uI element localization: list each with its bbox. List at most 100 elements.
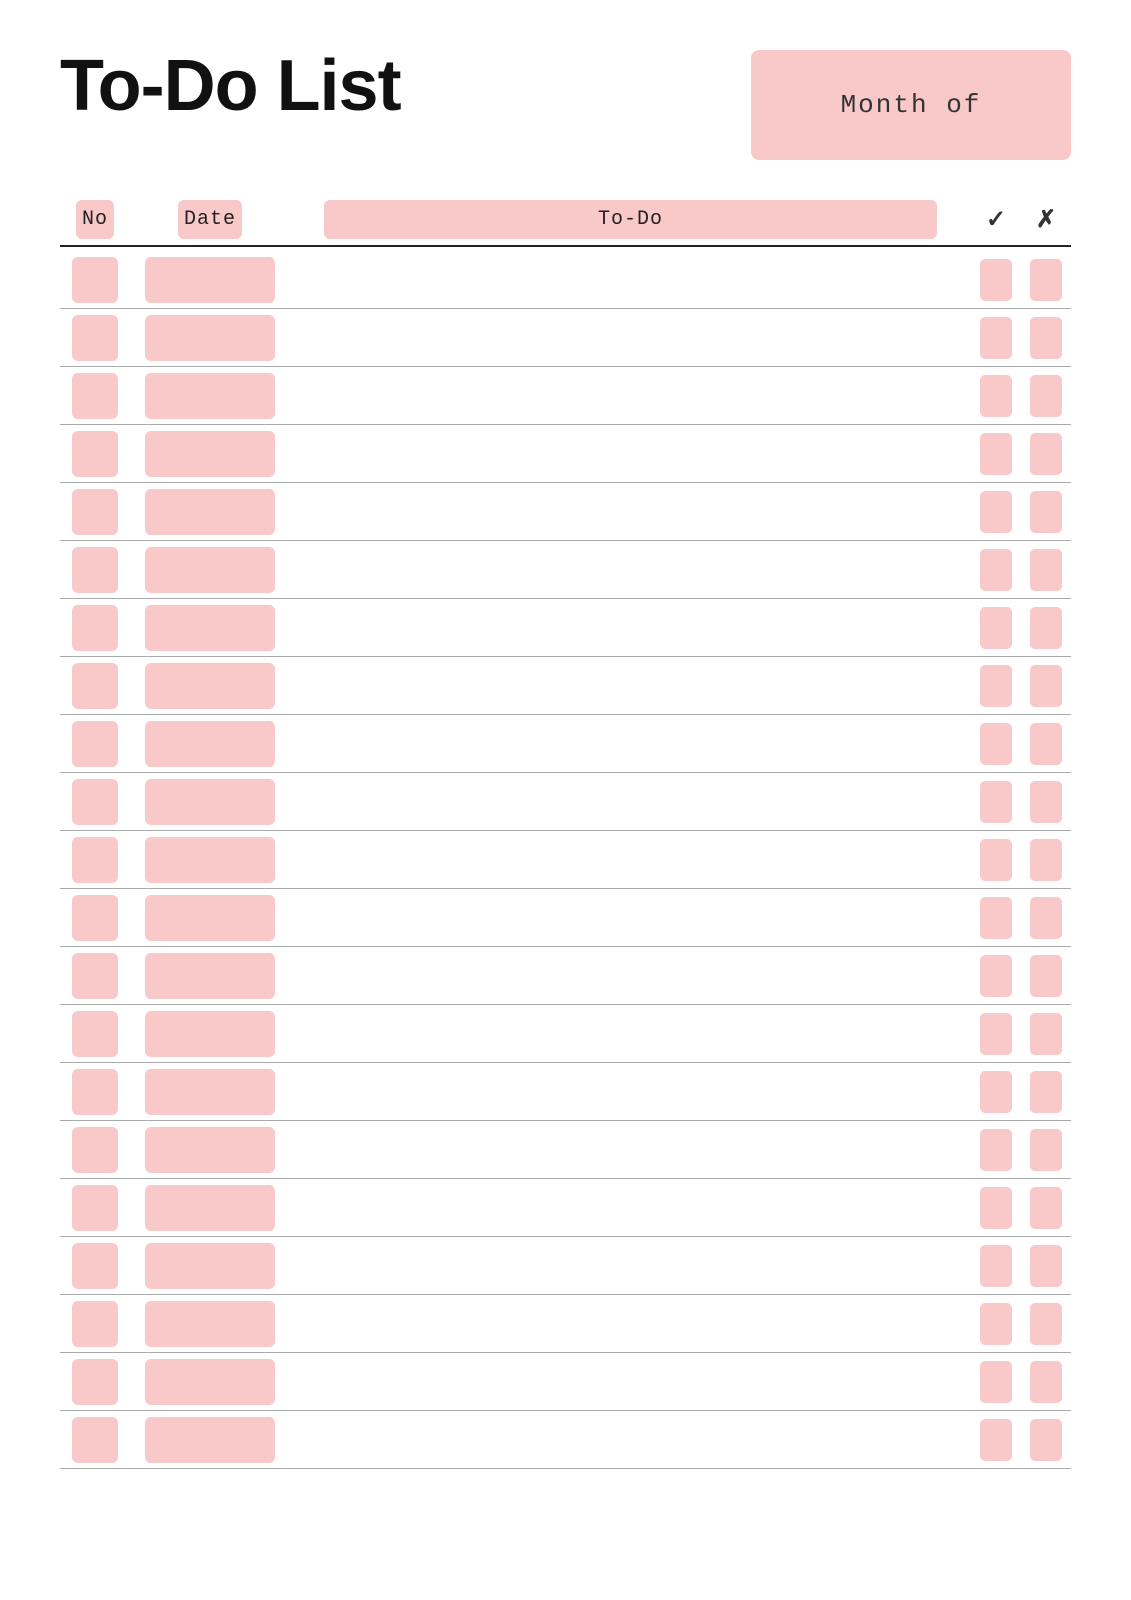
cross-box[interactable] [1030, 317, 1062, 359]
date-box[interactable] [145, 895, 275, 941]
cross-box[interactable] [1030, 723, 1062, 765]
table-row[interactable] [60, 1063, 1071, 1121]
no-box[interactable] [72, 1301, 118, 1347]
no-box[interactable] [72, 257, 118, 303]
table-row[interactable] [60, 251, 1071, 309]
date-box[interactable] [145, 257, 275, 303]
check-box[interactable] [980, 491, 1012, 533]
date-box[interactable] [145, 373, 275, 419]
check-box[interactable] [980, 317, 1012, 359]
table-row[interactable] [60, 1353, 1071, 1411]
cross-box[interactable] [1030, 839, 1062, 881]
cross-box[interactable] [1030, 1013, 1062, 1055]
table-row[interactable] [60, 1237, 1071, 1295]
date-box[interactable] [145, 1417, 275, 1463]
date-box[interactable] [145, 837, 275, 883]
table-row[interactable] [60, 425, 1071, 483]
check-box[interactable] [980, 839, 1012, 881]
date-box[interactable] [145, 1127, 275, 1173]
cross-box[interactable] [1030, 1187, 1062, 1229]
no-box[interactable] [72, 1185, 118, 1231]
check-box[interactable] [980, 955, 1012, 997]
table-row[interactable] [60, 1005, 1071, 1063]
no-box[interactable] [72, 431, 118, 477]
no-box[interactable] [72, 605, 118, 651]
date-box[interactable] [145, 547, 275, 593]
check-box[interactable] [980, 781, 1012, 823]
no-box[interactable] [72, 953, 118, 999]
cross-box[interactable] [1030, 1361, 1062, 1403]
check-box[interactable] [980, 897, 1012, 939]
no-box[interactable] [72, 721, 118, 767]
cross-box[interactable] [1030, 1419, 1062, 1461]
no-box[interactable] [72, 489, 118, 535]
check-box[interactable] [980, 259, 1012, 301]
table-row[interactable] [60, 715, 1071, 773]
date-box[interactable] [145, 663, 275, 709]
no-box[interactable] [72, 547, 118, 593]
table-row[interactable] [60, 889, 1071, 947]
date-box[interactable] [145, 489, 275, 535]
check-box[interactable] [980, 1303, 1012, 1345]
cross-box[interactable] [1030, 1245, 1062, 1287]
table-row[interactable] [60, 657, 1071, 715]
cross-box[interactable] [1030, 375, 1062, 417]
date-box[interactable] [145, 1301, 275, 1347]
check-box[interactable] [980, 1071, 1012, 1113]
check-box[interactable] [980, 1245, 1012, 1287]
table-row[interactable] [60, 367, 1071, 425]
no-box[interactable] [72, 1127, 118, 1173]
cross-box[interactable] [1030, 781, 1062, 823]
cross-box[interactable] [1030, 897, 1062, 939]
table-row[interactable] [60, 309, 1071, 367]
cross-box[interactable] [1030, 955, 1062, 997]
no-box[interactable] [72, 1069, 118, 1115]
date-box[interactable] [145, 315, 275, 361]
cross-box[interactable] [1030, 259, 1062, 301]
date-box[interactable] [145, 605, 275, 651]
table-row[interactable] [60, 773, 1071, 831]
date-box[interactable] [145, 721, 275, 767]
date-box[interactable] [145, 1069, 275, 1115]
check-box[interactable] [980, 723, 1012, 765]
no-box[interactable] [72, 373, 118, 419]
table-row[interactable] [60, 599, 1071, 657]
date-box[interactable] [145, 1359, 275, 1405]
cross-box[interactable] [1030, 491, 1062, 533]
cross-box[interactable] [1030, 607, 1062, 649]
table-row[interactable] [60, 541, 1071, 599]
cross-box[interactable] [1030, 433, 1062, 475]
check-box[interactable] [980, 433, 1012, 475]
check-box[interactable] [980, 1187, 1012, 1229]
date-box[interactable] [145, 1011, 275, 1057]
date-box[interactable] [145, 1185, 275, 1231]
date-box[interactable] [145, 779, 275, 825]
table-row[interactable] [60, 1121, 1071, 1179]
cross-box[interactable] [1030, 1303, 1062, 1345]
no-box[interactable] [72, 663, 118, 709]
table-row[interactable] [60, 947, 1071, 1005]
check-box[interactable] [980, 1361, 1012, 1403]
check-box[interactable] [980, 549, 1012, 591]
table-row[interactable] [60, 831, 1071, 889]
no-box[interactable] [72, 895, 118, 941]
check-box[interactable] [980, 1013, 1012, 1055]
check-box[interactable] [980, 1129, 1012, 1171]
no-box[interactable] [72, 1417, 118, 1463]
table-row[interactable] [60, 1411, 1071, 1469]
date-box[interactable] [145, 431, 275, 477]
no-box[interactable] [72, 1243, 118, 1289]
table-row[interactable] [60, 1295, 1071, 1353]
month-box[interactable]: Month of [751, 50, 1071, 160]
table-row[interactable] [60, 1179, 1071, 1237]
no-box[interactable] [72, 837, 118, 883]
table-row[interactable] [60, 483, 1071, 541]
no-box[interactable] [72, 1359, 118, 1405]
date-box[interactable] [145, 953, 275, 999]
check-box[interactable] [980, 375, 1012, 417]
no-box[interactable] [72, 779, 118, 825]
cross-box[interactable] [1030, 665, 1062, 707]
no-box[interactable] [72, 315, 118, 361]
check-box[interactable] [980, 607, 1012, 649]
check-box[interactable] [980, 1419, 1012, 1461]
